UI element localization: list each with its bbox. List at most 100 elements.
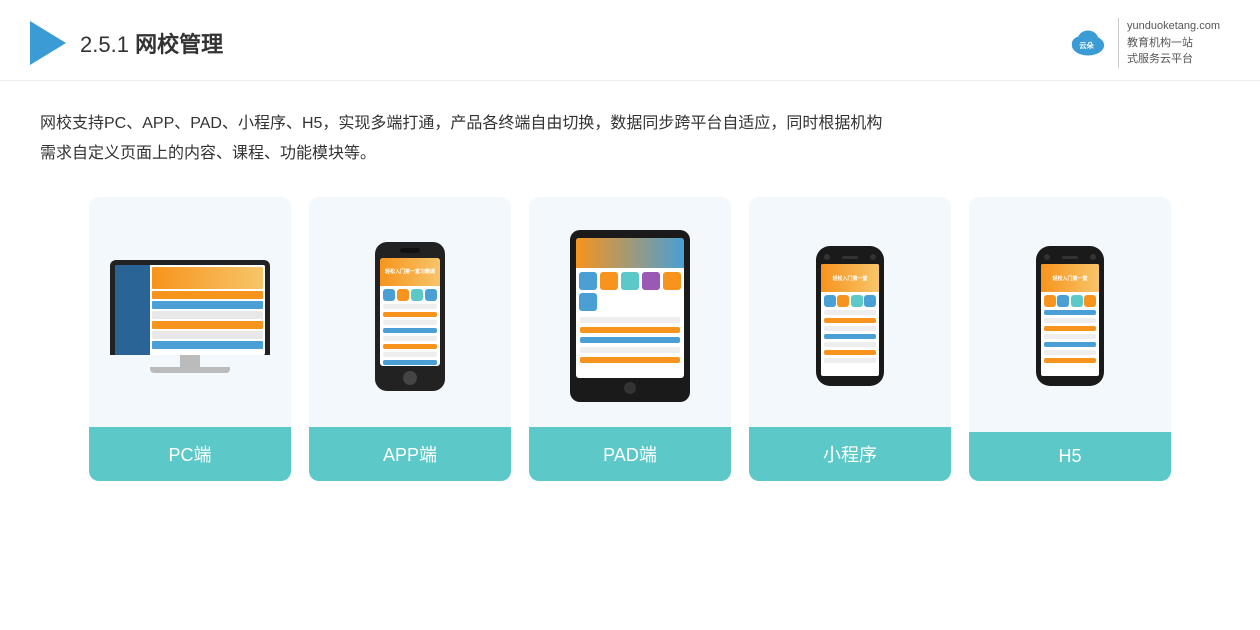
pad-icon-1	[579, 272, 597, 290]
app-icon-3	[411, 289, 423, 301]
pc-row-6	[152, 341, 263, 349]
mini-row-1	[824, 310, 876, 315]
h5-banner-text: 轻松入门第一堂	[1052, 275, 1087, 282]
pad-icon-3	[621, 272, 639, 290]
card-app: 轻松入门第一堂习题课	[309, 197, 511, 481]
pc-row-3	[152, 311, 263, 319]
section-name: 网校管理	[135, 32, 223, 57]
h5-row-5	[1044, 342, 1096, 347]
logo-triangle-icon	[30, 21, 66, 65]
desc-line1: 网校支持PC、APP、PAD、小程序、H5，实现多端打通，产品各终端自由切换，数…	[40, 115, 882, 132]
mini-banner-text: 轻松入门第一堂	[832, 275, 867, 282]
app-label: APP端	[309, 427, 511, 481]
page-header: 2.5.1 网校管理 云朵 yunduoketang.com 教育机构一站 式服…	[0, 0, 1260, 81]
cloud-svg: 云朵	[1066, 24, 1110, 62]
h5-image-area: 轻松入门第一堂	[969, 197, 1171, 427]
pad-device	[570, 230, 690, 402]
app-home-button	[403, 371, 417, 385]
card-h5: 轻松入门第一堂	[969, 197, 1171, 481]
header-left: 2.5.1 网校管理	[30, 21, 223, 65]
pc-sidebar-mock	[115, 265, 150, 355]
app-icon-1	[383, 289, 395, 301]
pc-row-5	[152, 331, 263, 339]
mini-topbar	[821, 254, 879, 264]
h5-banner: 轻松入门第一堂	[1041, 264, 1099, 292]
app-icon-2	[397, 289, 409, 301]
h5-row-2	[1044, 318, 1096, 323]
cloud-logo-icon: 云朵	[1066, 24, 1110, 62]
pad-row-5	[580, 357, 680, 363]
mini-icon-4	[864, 295, 876, 307]
pc-mockup	[110, 260, 270, 373]
mini-row-3	[824, 326, 876, 331]
mini-btn-icon	[870, 254, 876, 260]
card-pc: PC端	[89, 197, 291, 481]
mini-banner: 轻松入门第一堂	[821, 264, 879, 292]
app-icons	[380, 286, 440, 304]
pc-neck	[180, 355, 200, 367]
h5-topbar	[1041, 254, 1099, 264]
pad-label: PAD端	[529, 427, 731, 481]
card-pad: PAD端	[529, 197, 731, 481]
mini-icons	[821, 292, 879, 310]
section-number: 2.5.1	[80, 32, 129, 57]
logo-site: yunduoketang.com	[1127, 18, 1220, 35]
app-phone-notch	[400, 248, 420, 253]
pc-stand	[110, 355, 270, 373]
logo-text: yunduoketang.com 教育机构一站 式服务云平台	[1118, 18, 1220, 68]
mini-rows	[821, 310, 879, 363]
h5-icon-1	[1044, 295, 1056, 307]
pad-icon-6	[579, 293, 597, 311]
app-phone-screen: 轻松入门第一堂习题课	[380, 258, 440, 366]
app-banner: 轻松入门第一堂习题课	[380, 258, 440, 286]
mini-image-area: 轻松入门第一堂	[749, 197, 951, 427]
card-miniprogram: 轻松入门第一堂	[749, 197, 951, 481]
h5-screen: 轻松入门第一堂	[1041, 264, 1099, 376]
mini-icon-3	[851, 295, 863, 307]
h5-rows	[1041, 310, 1099, 363]
mini-label: 小程序	[749, 427, 951, 481]
pad-icon-4	[642, 272, 660, 290]
pad-home-button	[624, 382, 636, 394]
h5-row-3	[1044, 326, 1096, 331]
mini-icon-2	[837, 295, 849, 307]
pad-banner	[576, 238, 684, 268]
mini-row-4	[824, 334, 876, 339]
brand-logo: 云朵 yunduoketang.com 教育机构一站 式服务云平台	[1066, 18, 1220, 68]
h5-icon-3	[1071, 295, 1083, 307]
app-row-4	[383, 328, 437, 333]
pad-row-1	[580, 317, 680, 323]
pc-image-area	[89, 197, 291, 427]
pad-row-3	[580, 337, 680, 343]
pad-icon-5	[663, 272, 681, 290]
pad-screen	[576, 238, 684, 378]
pc-main-mock	[150, 265, 265, 355]
h5-speaker-icon	[1062, 256, 1078, 259]
app-row-3	[383, 320, 437, 325]
pad-image-area	[529, 197, 731, 427]
app-banner-text: 轻松入门第一堂习题课	[385, 268, 435, 275]
mini-icon-1	[824, 295, 836, 307]
mini-row-2	[824, 318, 876, 323]
mini-screen: 轻松入门第一堂	[821, 264, 879, 376]
logo-slogan-2: 式服务云平台	[1127, 51, 1220, 68]
h5-row-1	[1044, 310, 1096, 315]
app-row-6	[383, 344, 437, 349]
app-row-7	[383, 352, 437, 357]
app-icon-4	[425, 289, 437, 301]
app-row-1	[383, 304, 437, 309]
h5-btn-icon	[1090, 254, 1096, 260]
h5-icons	[1041, 292, 1099, 310]
h5-row-7	[1044, 358, 1096, 363]
svg-text:云朵: 云朵	[1079, 41, 1094, 50]
device-cards-container: PC端 轻松入门第一堂习题课	[0, 179, 1260, 481]
h5-phone-outer: 轻松入门第一堂	[1036, 246, 1104, 386]
h5-row-4	[1044, 334, 1096, 339]
page-title: 2.5.1 网校管理	[80, 27, 223, 59]
h5-camera-icon	[1044, 254, 1050, 260]
app-row-2	[383, 312, 437, 317]
app-row-5	[383, 336, 437, 341]
pad-rows	[576, 315, 684, 369]
app-phone-outer: 轻松入门第一堂习题课	[375, 242, 445, 391]
pc-row-2	[152, 301, 263, 309]
